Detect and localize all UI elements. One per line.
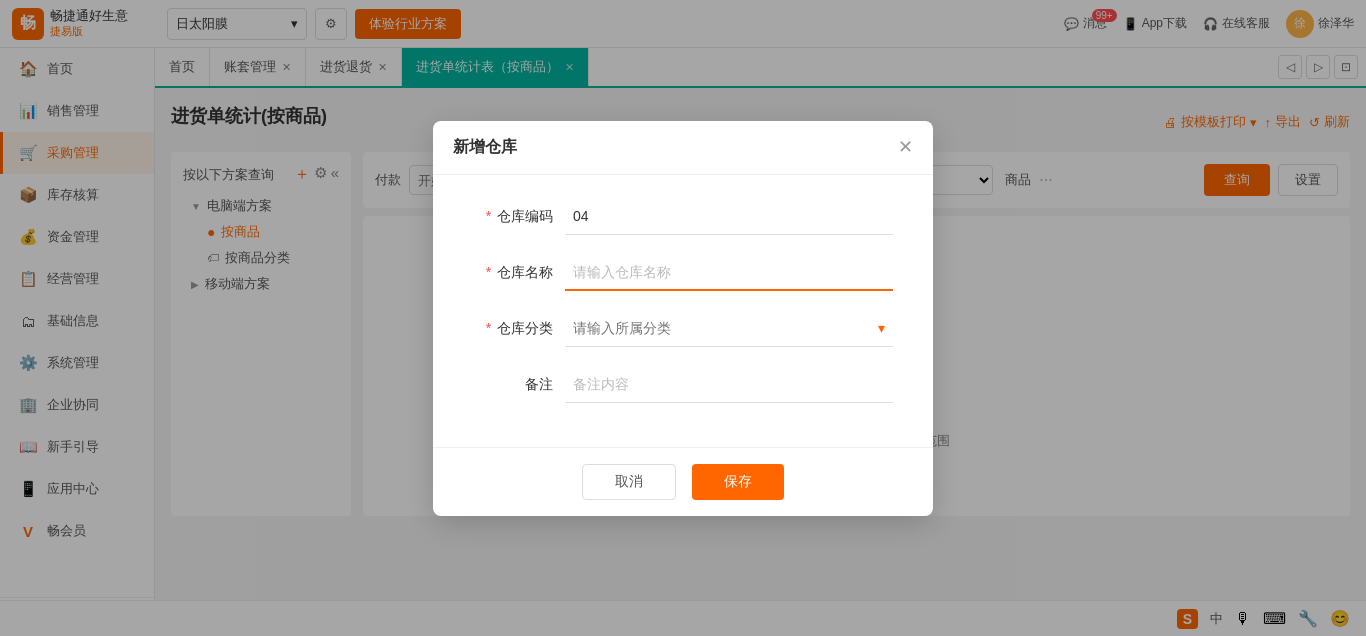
modal-title: 新增仓库 — [453, 137, 517, 158]
modal-close-button[interactable]: ✕ — [898, 138, 913, 156]
save-button[interactable]: 保存 — [692, 464, 784, 500]
category-form-row: * 仓库分类 ▾ — [473, 311, 893, 347]
code-label: * 仓库编码 — [473, 208, 553, 226]
code-input[interactable] — [565, 199, 893, 235]
modal-overlay: 新增仓库 ✕ * 仓库编码 * 仓库名称 — [0, 0, 1366, 636]
modal-header: 新增仓库 ✕ — [433, 121, 933, 175]
note-label: 备注 — [473, 376, 553, 394]
cancel-button[interactable]: 取消 — [582, 464, 676, 500]
category-label: * 仓库分类 — [473, 320, 553, 338]
modal-body: * 仓库编码 * 仓库名称 * 仓库分类 — [433, 175, 933, 447]
code-form-row: * 仓库编码 — [473, 199, 893, 235]
name-input[interactable] — [565, 255, 893, 291]
warehouse-modal: 新增仓库 ✕ * 仓库编码 * 仓库名称 — [433, 121, 933, 516]
select-arrow-icon: ▾ — [878, 320, 885, 336]
name-form-row: * 仓库名称 — [473, 255, 893, 291]
note-form-row: 备注 — [473, 367, 893, 403]
category-input[interactable] — [573, 320, 878, 336]
name-label: * 仓库名称 — [473, 264, 553, 282]
category-select-row[interactable]: ▾ — [565, 311, 893, 347]
note-input[interactable] — [565, 367, 893, 403]
modal-footer: 取消 保存 — [433, 447, 933, 516]
